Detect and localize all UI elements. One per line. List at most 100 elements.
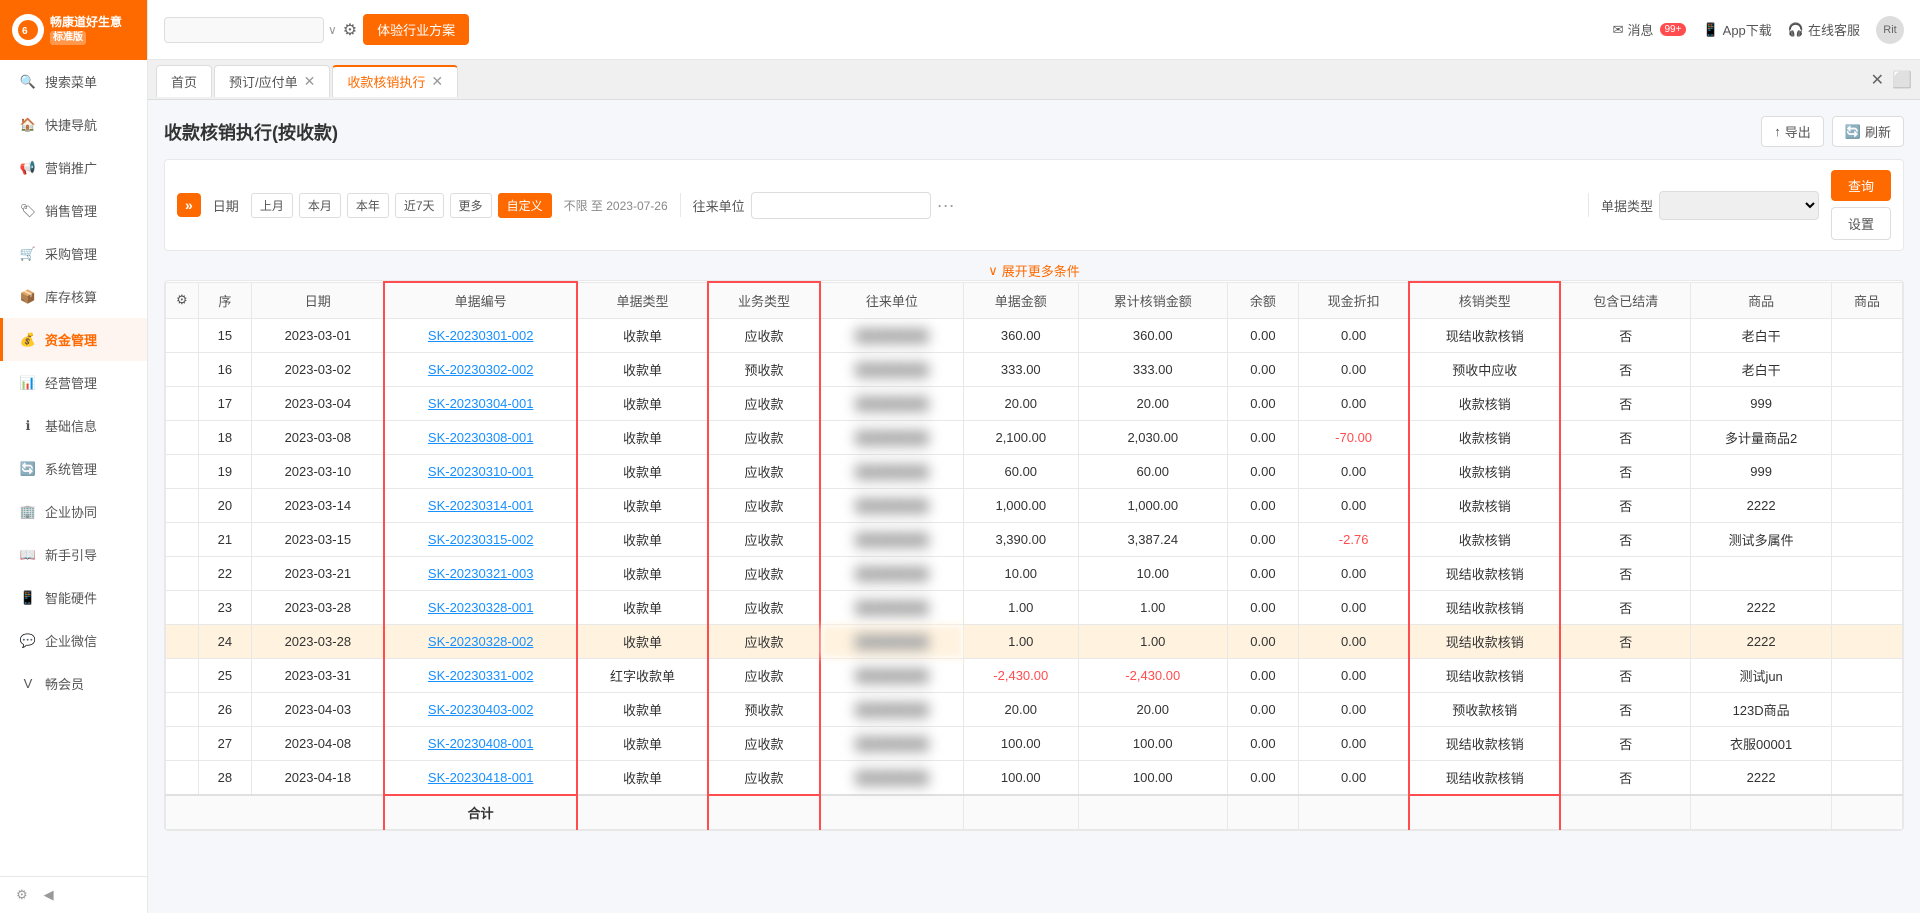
voucher-link[interactable]: SK-20230328-001 — [428, 600, 534, 615]
date-last-month-btn[interactable]: 上月 — [251, 193, 293, 218]
sidebar-item-inventory[interactable]: 📦 库存核算 — [0, 275, 147, 318]
partner-input[interactable] — [751, 192, 931, 219]
notification-icon: ✉ — [1613, 22, 1624, 38]
sidebar-item-enterprise[interactable]: 🏢 企业协同 — [0, 490, 147, 533]
td-no: 20 — [198, 489, 252, 523]
sidebar-item-purchase[interactable]: 🛒 采购管理 — [0, 232, 147, 275]
td-voucher-no[interactable]: SK-20230408-001 — [384, 727, 576, 761]
voucher-link[interactable]: SK-20230314-001 — [428, 498, 534, 513]
voucher-link[interactable]: SK-20230315-002 — [428, 532, 534, 547]
table-row[interactable]: 242023-03-28SK-20230328-002收款单应收款███████… — [166, 625, 1903, 659]
td-no: 24 — [198, 625, 252, 659]
export-btn[interactable]: ↑ 导出 — [1761, 116, 1824, 147]
table-row[interactable]: 202023-03-14SK-20230314-001收款单应收款███████… — [166, 489, 1903, 523]
voucher-link[interactable]: SK-20230301-002 — [428, 328, 534, 343]
sidebar-item-system[interactable]: 🔄 系统管理 — [0, 447, 147, 490]
td-voucher-no[interactable]: SK-20230302-002 — [384, 353, 576, 387]
sidebar-item-guide[interactable]: 📖 新手引导 — [0, 533, 147, 576]
avatar[interactable]: Rit — [1876, 16, 1904, 44]
td-voucher-no[interactable]: SK-20230328-002 — [384, 625, 576, 659]
td-voucher-no[interactable]: SK-20230310-001 — [384, 455, 576, 489]
td-no: 23 — [198, 591, 252, 625]
table-row[interactable]: 252023-03-31SK-20230331-002红字收款单应收款█████… — [166, 659, 1903, 693]
sidebar-item-basic[interactable]: ℹ 基础信息 — [0, 404, 147, 447]
partner-more-icon[interactable]: ··· — [937, 195, 955, 216]
voucher-link[interactable]: SK-20230321-003 — [428, 566, 534, 581]
td-product2 — [1831, 455, 1902, 489]
td-discount: 0.00 — [1298, 557, 1409, 591]
date-7days-btn[interactable]: 近7天 — [395, 193, 444, 218]
refresh-btn[interactable]: 🔄 刷新 — [1832, 116, 1904, 147]
date-this-year-btn[interactable]: 本年 — [347, 193, 389, 218]
voucher-link[interactable]: SK-20230308-001 — [428, 430, 534, 445]
voucher-link[interactable]: SK-20230418-001 — [428, 770, 534, 785]
tab-home[interactable]: 首页 — [156, 65, 212, 97]
voucher-link[interactable]: SK-20230331-002 — [428, 668, 534, 683]
table-row[interactable]: 182023-03-08SK-20230308-001收款单应收款███████… — [166, 421, 1903, 455]
td-voucher-no[interactable]: SK-20230331-002 — [384, 659, 576, 693]
collapse-icon[interactable]: ◀ — [44, 887, 54, 903]
topbar-search-input[interactable] — [164, 17, 324, 43]
tab-close-all-btn[interactable]: ✕ — [1871, 70, 1884, 90]
td-voucher-no[interactable]: SK-20230328-001 — [384, 591, 576, 625]
table-row[interactable]: 152023-03-01SK-20230301-002收款单应收款███████… — [166, 319, 1903, 353]
td-date: 2023-03-01 — [252, 319, 385, 353]
td-voucher-no[interactable]: SK-20230304-001 — [384, 387, 576, 421]
voucher-link[interactable]: SK-20230302-002 — [428, 362, 534, 377]
date-this-month-btn[interactable]: 本月 — [299, 193, 341, 218]
date-custom-btn[interactable]: 自定义 — [498, 193, 552, 218]
sidebar-item-search[interactable]: 🔍 搜索菜单 — [0, 60, 147, 103]
td-discount: 0.00 — [1298, 727, 1409, 761]
voucher-link[interactable]: SK-20230403-002 — [428, 702, 534, 717]
settings-icon[interactable]: ⚙ — [16, 887, 28, 903]
sidebar-item-member[interactable]: V 畅会员 — [0, 662, 147, 705]
tab-prepay-close[interactable]: ✕ — [304, 73, 316, 90]
app-download-item[interactable]: 📱 App下载 — [1702, 20, 1771, 39]
sidebar-item-sales[interactable]: 🏷 销售管理 — [0, 189, 147, 232]
notification-item[interactable]: ✉ 消息 99+ — [1613, 20, 1687, 39]
th-settings[interactable]: ⚙ — [166, 282, 199, 319]
topbar-chevron-icon[interactable]: ∨ — [328, 23, 337, 37]
table-row[interactable]: 212023-03-15SK-20230315-002收款单应收款███████… — [166, 523, 1903, 557]
support-item[interactable]: 🎧 在线客服 — [1788, 20, 1860, 39]
td-voucher-no[interactable]: SK-20230314-001 — [384, 489, 576, 523]
td-voucher-no[interactable]: SK-20230315-002 — [384, 523, 576, 557]
td-voucher-no[interactable]: SK-20230301-002 — [384, 319, 576, 353]
td-biz-type: 应收款 — [708, 319, 820, 353]
sidebar-item-quicknav[interactable]: 🏠 快捷导航 — [0, 103, 147, 146]
voucher-link[interactable]: SK-20230328-002 — [428, 634, 534, 649]
tab-collection-close[interactable]: ✕ — [431, 73, 443, 90]
sidebar-item-operations[interactable]: 📊 经营管理 — [0, 361, 147, 404]
filter-toggle-btn[interactable]: » — [177, 193, 201, 217]
td-voucher-no[interactable]: SK-20230418-001 — [384, 761, 576, 796]
tab-collection[interactable]: 收款核销执行 ✕ — [332, 65, 458, 97]
filter-settings-btn[interactable]: 设置 — [1831, 207, 1891, 240]
tab-prepay[interactable]: 预订/应付单 ✕ — [214, 65, 330, 97]
sidebar-item-hardware[interactable]: 📱 智能硬件 — [0, 576, 147, 619]
table-row[interactable]: 162023-03-02SK-20230302-002收款单预收款███████… — [166, 353, 1903, 387]
query-btn[interactable]: 查询 — [1831, 170, 1891, 201]
td-voucher-no[interactable]: SK-20230321-003 — [384, 557, 576, 591]
expand-conditions-btn[interactable]: ∨ 展开更多条件 — [988, 261, 1080, 280]
td-voucher-no[interactable]: SK-20230308-001 — [384, 421, 576, 455]
td-voucher-no[interactable]: SK-20230403-002 — [384, 693, 576, 727]
voucher-link[interactable]: SK-20230408-001 — [428, 736, 534, 751]
topbar-gear-icon[interactable]: ⚙ — [343, 20, 357, 40]
sidebar-item-wecom[interactable]: 💬 企业微信 — [0, 619, 147, 662]
table-row[interactable]: 282023-04-18SK-20230418-001收款单应收款███████… — [166, 761, 1903, 796]
table-row[interactable]: 232023-03-28SK-20230328-001收款单应收款███████… — [166, 591, 1903, 625]
table-row[interactable]: 222023-03-21SK-20230321-003收款单应收款███████… — [166, 557, 1903, 591]
industry-btn[interactable]: 体验行业方案 — [363, 14, 469, 45]
tab-maximize-btn[interactable]: ⬜ — [1892, 70, 1912, 90]
date-more-btn[interactable]: 更多 — [450, 193, 492, 218]
td-writeoff: 20.00 — [1078, 693, 1227, 727]
table-row[interactable]: 262023-04-03SK-20230403-002收款单预收款███████… — [166, 693, 1903, 727]
table-row[interactable]: 192023-03-10SK-20230310-001收款单应收款███████… — [166, 455, 1903, 489]
sidebar-item-finance[interactable]: 💰 资金管理 — [0, 318, 147, 361]
table-row[interactable]: 172023-03-04SK-20230304-001收款单应收款███████… — [166, 387, 1903, 421]
sidebar-item-marketing[interactable]: 📢 营销推广 — [0, 146, 147, 189]
table-row[interactable]: 272023-04-08SK-20230408-001收款单应收款███████… — [166, 727, 1903, 761]
voucher-type-select[interactable] — [1659, 191, 1819, 220]
voucher-link[interactable]: SK-20230304-001 — [428, 396, 534, 411]
voucher-link[interactable]: SK-20230310-001 — [428, 464, 534, 479]
